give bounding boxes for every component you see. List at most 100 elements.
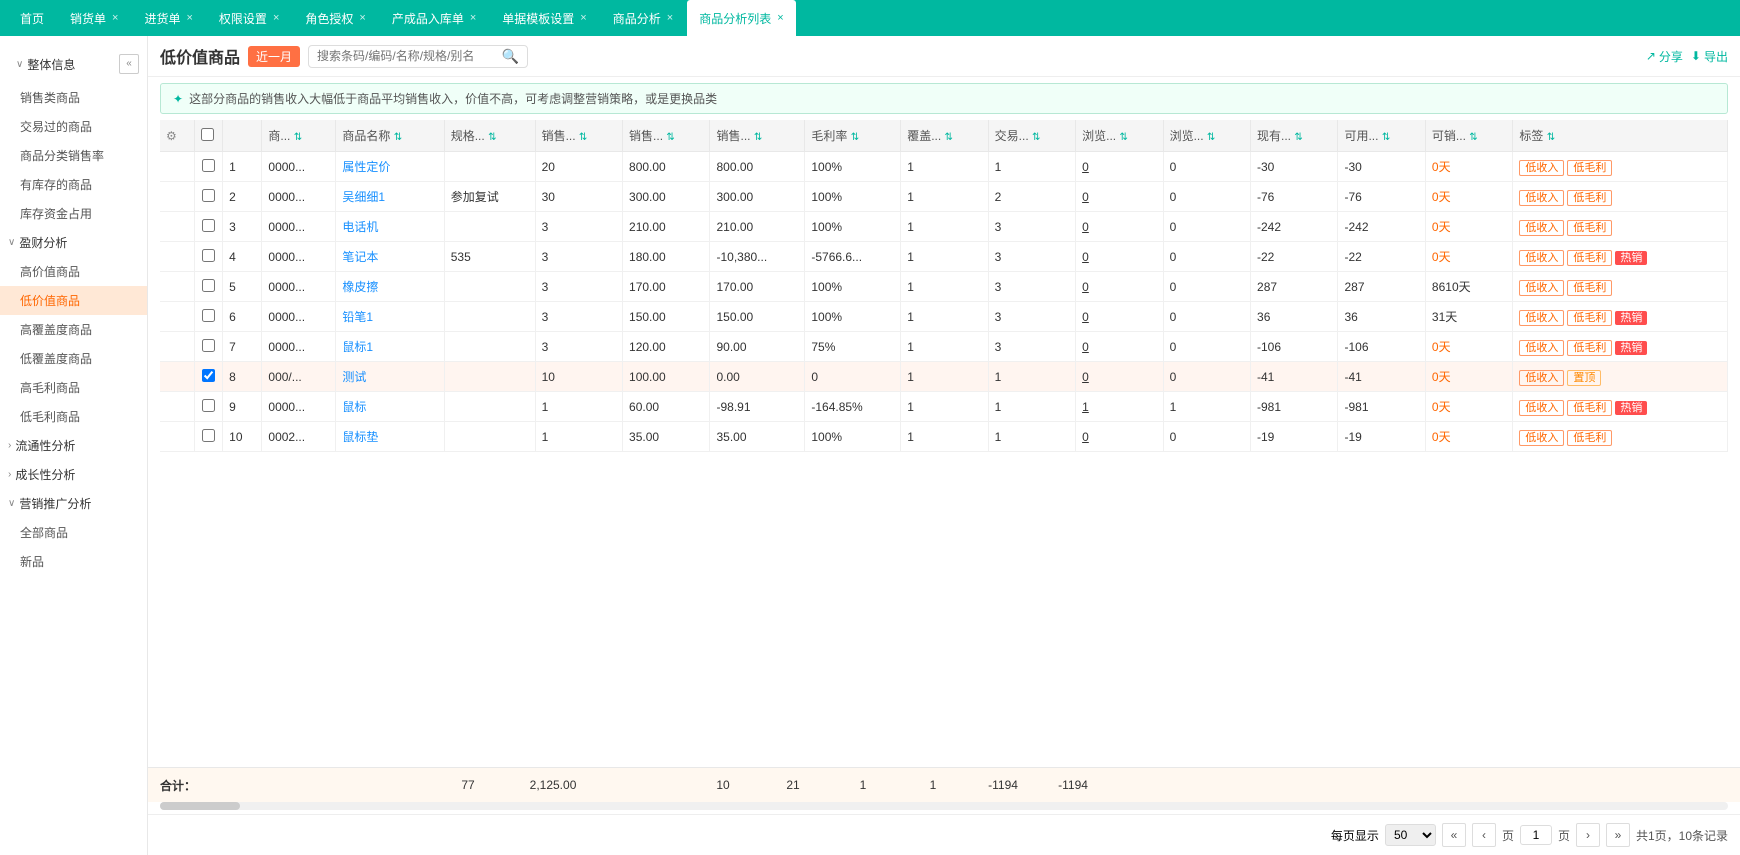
sidebar-group-marketing[interactable]: ∨ 营销推广分析 [0,489,147,518]
product-name[interactable]: 鼠标垫 [336,422,444,452]
browse-link[interactable]: 0 [1082,340,1089,354]
nav-product-analysis-list[interactable]: 商品分析列表 × [687,0,795,36]
close-icon[interactable]: × [667,12,673,24]
sidebar-item-low-value[interactable]: 低价值商品 [0,286,147,315]
col-code[interactable]: 商... ⇅ [262,120,336,152]
export-button[interactable]: ⬇ 导出 [1691,48,1728,65]
browse-link[interactable]: 0 [1082,250,1089,264]
date-filter-button[interactable]: 近一月 [248,46,300,67]
sidebar-item-all-goods[interactable]: 全部商品 [0,518,147,547]
nav-template-settings[interactable]: 单据模板设置 × [490,0,598,36]
sidebar-item-stock-capital[interactable]: 库存资金占用 [0,199,147,228]
browse-link[interactable]: 0 [1082,280,1089,294]
col-saleable[interactable]: 可销... ⇅ [1425,120,1512,152]
row-checkbox[interactable] [202,279,215,292]
col-trade[interactable]: 交易... ⇅ [988,120,1075,152]
product-name[interactable]: 笔记本 [336,242,444,272]
col-coverage[interactable]: 覆盖... ⇅ [901,120,988,152]
search-icon[interactable]: 🔍 [502,48,519,65]
sidebar-item-high-margin[interactable]: 高毛利商品 [0,373,147,402]
close-icon[interactable]: × [580,12,586,24]
nav-home[interactable]: 首页 [8,0,56,36]
sidebar-group-overall[interactable]: ∨ 整体信息 [8,50,119,77]
scrollbar-thumb[interactable] [160,802,240,810]
product-name[interactable]: 吴细细1 [336,182,444,212]
product-name[interactable]: 鼠标 [336,392,444,422]
product-name[interactable]: 电话机 [336,212,444,242]
search-input[interactable] [317,49,498,63]
nav-sales-order[interactable]: 销货单 × [58,0,130,36]
horizontal-scrollbar[interactable] [160,802,1728,810]
nav-role-auth[interactable]: 角色授权 × [293,0,377,36]
sidebar-item-high-coverage[interactable]: 高覆盖度商品 [0,315,147,344]
col-sales3[interactable]: 销售... ⇅ [710,120,805,152]
close-icon[interactable]: × [186,12,192,24]
col-browse1[interactable]: 浏览... ⇅ [1076,120,1163,152]
browse-link[interactable]: 0 [1082,220,1089,234]
row-checkbox[interactable] [202,219,215,232]
product-name[interactable]: 橡皮擦 [336,272,444,302]
trade-count: 3 [988,332,1075,362]
sidebar-group-financial[interactable]: ∨ 盈财分析 [0,228,147,257]
col-current-stock[interactable]: 现有... ⇅ [1251,120,1338,152]
close-icon[interactable]: × [777,12,783,24]
product-name[interactable]: 属性定价 [336,152,444,182]
row-checkbox[interactable] [202,339,215,352]
col-tags[interactable]: 标签 ⇅ [1513,120,1728,152]
browse-link[interactable]: 0 [1082,190,1089,204]
next-page-button[interactable]: › [1576,823,1600,847]
row-checkbox[interactable] [202,399,215,412]
browse-link[interactable]: 0 [1082,430,1089,444]
nav-product-analysis[interactable]: 商品分析 × [601,0,685,36]
share-button[interactable]: ↗ 分享 [1646,48,1683,65]
col-browse2[interactable]: 浏览... ⇅ [1163,120,1250,152]
sidebar-group-liquidity[interactable]: › 流通性分析 [0,431,147,460]
row-checkbox[interactable] [202,249,215,262]
sidebar-item-high-value[interactable]: 高价值商品 [0,257,147,286]
sidebar-group-growth[interactable]: › 成长性分析 [0,460,147,489]
close-icon[interactable]: × [273,12,279,24]
nav-permissions[interactable]: 权限设置 × [207,0,291,36]
col-sales1[interactable]: 销售... ⇅ [535,120,622,152]
row-checkbox[interactable] [202,189,215,202]
sidebar-item-stock-goods[interactable]: 有库存的商品 [0,170,147,199]
close-icon[interactable]: × [470,12,476,24]
product-name[interactable]: 测试 [336,362,444,392]
col-available[interactable]: 可用... ⇅ [1338,120,1425,152]
footer-total-qty: 77 [428,774,508,796]
col-settings[interactable]: ⚙ [160,120,195,152]
nav-purchase-order[interactable]: 进货单 × [132,0,204,36]
sidebar-item-category-rate[interactable]: 商品分类销售率 [0,141,147,170]
col-margin[interactable]: 毛利率 ⇅ [805,120,901,152]
browse-link[interactable]: 0 [1082,370,1089,384]
sidebar-item-sales-goods[interactable]: 销售类商品 [0,83,147,112]
first-page-button[interactable]: « [1442,823,1466,847]
sidebar-item-low-coverage[interactable]: 低覆盖度商品 [0,344,147,373]
page-number-input[interactable] [1520,825,1552,845]
sidebar-item-new-goods[interactable]: 新品 [0,547,147,576]
col-sales2[interactable]: 销售... ⇅ [623,120,710,152]
select-all-checkbox[interactable] [201,128,214,141]
col-spec[interactable]: 规格... ⇅ [444,120,535,152]
per-page-select[interactable]: 50 20 100 [1385,824,1436,846]
prev-page-button[interactable]: ‹ [1472,823,1496,847]
sidebar-item-low-margin[interactable]: 低毛利商品 [0,402,147,431]
collapse-button[interactable]: « [119,54,139,74]
row-checkbox[interactable] [202,309,215,322]
product-name[interactable]: 铅笔1 [336,302,444,332]
row-checkbox[interactable] [202,429,215,442]
row-checkbox[interactable] [202,369,215,382]
row-checkbox[interactable] [202,159,215,172]
close-icon[interactable]: × [112,12,118,24]
nav-product-stock[interactable]: 产成品入库单 × [380,0,488,36]
browse-link[interactable]: 0 [1082,160,1089,174]
browse-link[interactable]: 1 [1082,400,1089,414]
col-name[interactable]: 商品名称 ⇅ [336,120,444,152]
last-page-button[interactable]: » [1606,823,1630,847]
sidebar-item-traded-goods[interactable]: 交易过的商品 [0,112,147,141]
gear-icon[interactable]: ⚙ [166,129,177,143]
browse-link[interactable]: 0 [1082,310,1089,324]
product-name[interactable]: 鼠标1 [336,332,444,362]
sales-qty: 20 [535,152,622,182]
close-icon[interactable]: × [359,12,365,24]
